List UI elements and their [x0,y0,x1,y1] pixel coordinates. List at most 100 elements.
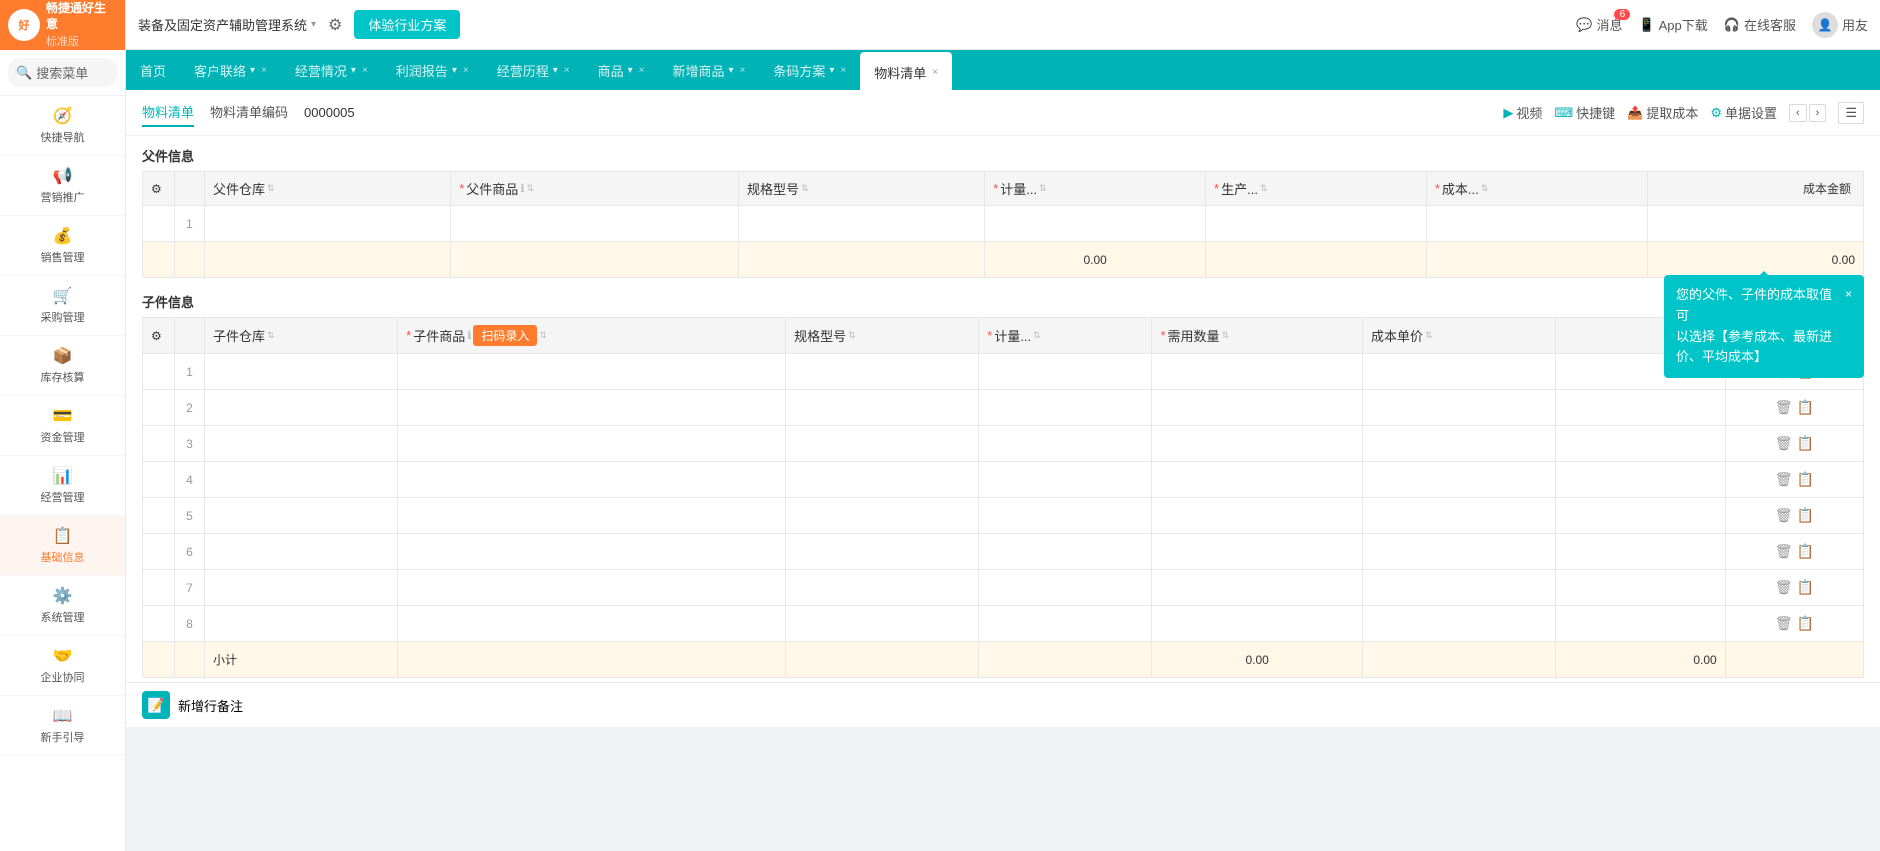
close-icon[interactable]: × [261,65,267,76]
child-warehouse-cell[interactable] [205,606,398,642]
child-spec-cell[interactable] [786,498,979,534]
shortcut-button[interactable]: ⌨ 快捷键 [1554,103,1615,122]
parent-unit-cell[interactable] [985,206,1206,242]
extract-cost-button[interactable]: 📤 提取成本 [1627,103,1698,122]
child-product-cell[interactable] [398,606,786,642]
parent-col-cost[interactable]: * 成本... ⇅ [1426,172,1647,206]
child-col-unit-cost[interactable]: 成本单价 ⇅ [1362,318,1555,354]
child-col-product[interactable]: * 子件商品 ℹ 扫码录入 ⇅ [398,318,786,354]
online-service-button[interactable]: 🎧 在线客服 [1724,15,1796,34]
copy-icon[interactable]: 📋 [1797,615,1814,632]
child-qty-cell[interactable] [1152,426,1363,462]
delete-icon[interactable]: 🗑 [1775,435,1793,452]
child-unit-cost-cell[interactable] [1362,570,1555,606]
tab-operation-status[interactable]: 经营情况 ▾ × [281,50,382,90]
search-button[interactable]: 🔍 搜索菜单 [8,58,117,87]
copy-icon[interactable]: 📋 [1797,579,1814,596]
child-unit-cost-cell[interactable] [1362,354,1555,390]
child-unit-cost-cell[interactable] [1362,462,1555,498]
child-qty-cell[interactable] [1152,534,1363,570]
message-button[interactable]: 💬 消息 6 [1576,15,1622,34]
child-product-cell[interactable] [398,534,786,570]
child-unit-cell[interactable] [979,498,1152,534]
parent-product-cell[interactable] [451,206,739,242]
child-col-spec[interactable]: 规格型号 ⇅ [786,318,979,354]
add-row-button[interactable]: 📝 [142,691,170,719]
close-icon[interactable]: × [932,67,938,78]
sort-icon[interactable]: ⇅ [1260,183,1268,194]
parent-col-spec[interactable]: 规格型号 ⇅ [738,172,984,206]
child-unit-cost-cell[interactable] [1362,426,1555,462]
child-qty-cell[interactable] [1152,570,1363,606]
tab-customer[interactable]: 客户联络 ▾ × [180,50,281,90]
system-title-select[interactable]: 装备及固定资产辅助管理系统 ▾ [138,15,316,34]
sidebar-item-operation[interactable]: 📊 经营管理 [0,456,125,516]
child-unit-cell[interactable] [979,606,1152,642]
scan-button[interactable]: 扫码录入 [473,325,537,346]
sort-icon[interactable]: ⇅ [848,330,856,341]
delete-icon[interactable]: 🗑 [1775,471,1793,488]
child-warehouse-cell[interactable] [205,354,398,390]
delete-icon[interactable]: 🗑 [1775,579,1793,596]
child-warehouse-cell[interactable] [205,426,398,462]
child-unit-cell[interactable] [979,390,1152,426]
parent-spec-cell[interactable] [738,206,984,242]
sort-icon[interactable]: ⇅ [1222,330,1230,341]
close-icon[interactable]: × [362,65,368,76]
sidebar-item-purchase[interactable]: 🛒 采购管理 [0,276,125,336]
child-unit-cost-cell[interactable] [1362,390,1555,426]
parent-production-cell[interactable] [1206,206,1427,242]
sidebar-item-marketing[interactable]: 📢 营销推广 [0,156,125,216]
close-icon[interactable]: × [840,65,846,76]
app-download-button[interactable]: 📱 App下载 [1638,15,1707,34]
sidebar-item-quick-nav[interactable]: 🧭 快捷导航 [0,96,125,156]
child-qty-cell[interactable] [1152,390,1363,426]
sort-icon[interactable]: ⇅ [801,183,809,194]
tab-goods[interactable]: 商品 ▾ × [584,50,659,90]
parent-cost-cell[interactable] [1426,206,1647,242]
child-unit-cost-cell[interactable] [1362,534,1555,570]
child-col-warehouse[interactable]: 子件仓库 ⇅ [205,318,398,354]
tab-home[interactable]: 首页 [126,50,180,90]
child-warehouse-cell[interactable] [205,498,398,534]
experience-button[interactable]: 体验行业方案 [354,10,460,39]
child-unit-cell[interactable] [979,354,1152,390]
close-icon[interactable]: × [740,65,746,76]
child-unit-cost-cell[interactable] [1362,606,1555,642]
child-spec-cell[interactable] [786,534,979,570]
delete-icon[interactable]: 🗑 [1775,399,1793,416]
child-warehouse-cell[interactable] [205,534,398,570]
child-unit-cell[interactable] [979,462,1152,498]
tooltip-close-button[interactable]: × [1845,285,1852,304]
doc-settings-button[interactable]: ⚙ 单据设置 [1710,103,1777,122]
user-menu[interactable]: 👤 用友 [1812,12,1868,38]
child-warehouse-cell[interactable] [205,390,398,426]
child-qty-cell[interactable] [1152,606,1363,642]
sort-icon[interactable]: ⇅ [267,330,275,341]
sort-icon[interactable]: ⇅ [267,183,275,194]
tab-barcode[interactable]: 条码方案 ▾ × [759,50,860,90]
child-spec-cell[interactable] [786,462,979,498]
sort-icon[interactable]: ⇅ [1425,330,1433,341]
copy-icon[interactable]: 📋 [1797,543,1814,560]
delete-icon[interactable]: 🗑 [1775,615,1793,632]
sort-icon[interactable]: ⇅ [527,183,535,194]
close-icon[interactable]: × [564,65,570,76]
sub-tab-bom[interactable]: 物料清单 [142,98,194,127]
sidebar-item-finance[interactable]: 💳 资金管理 [0,396,125,456]
child-spec-cell[interactable] [786,570,979,606]
child-col-settings[interactable]: ⚙ [143,318,175,354]
sidebar-item-basic-info[interactable]: 📋 基础信息 [0,516,125,576]
sidebar-item-inventory[interactable]: 📦 库存核算 [0,336,125,396]
child-spec-cell[interactable] [786,426,979,462]
sort-icon[interactable]: ⇅ [1033,330,1041,341]
sort-icon[interactable]: ⇅ [539,330,547,341]
delete-icon[interactable]: 🗑 [1775,507,1793,524]
parent-col-product[interactable]: * 父件商品 ℹ ⇅ [451,172,739,206]
child-product-cell[interactable] [398,390,786,426]
child-warehouse-cell[interactable] [205,462,398,498]
child-unit-cell[interactable] [979,570,1152,606]
copy-icon[interactable]: 📋 [1797,399,1814,416]
parent-col-warehouse[interactable]: 父件仓库 ⇅ [205,172,451,206]
tab-profit[interactable]: 利润报告 ▾ × [382,50,483,90]
